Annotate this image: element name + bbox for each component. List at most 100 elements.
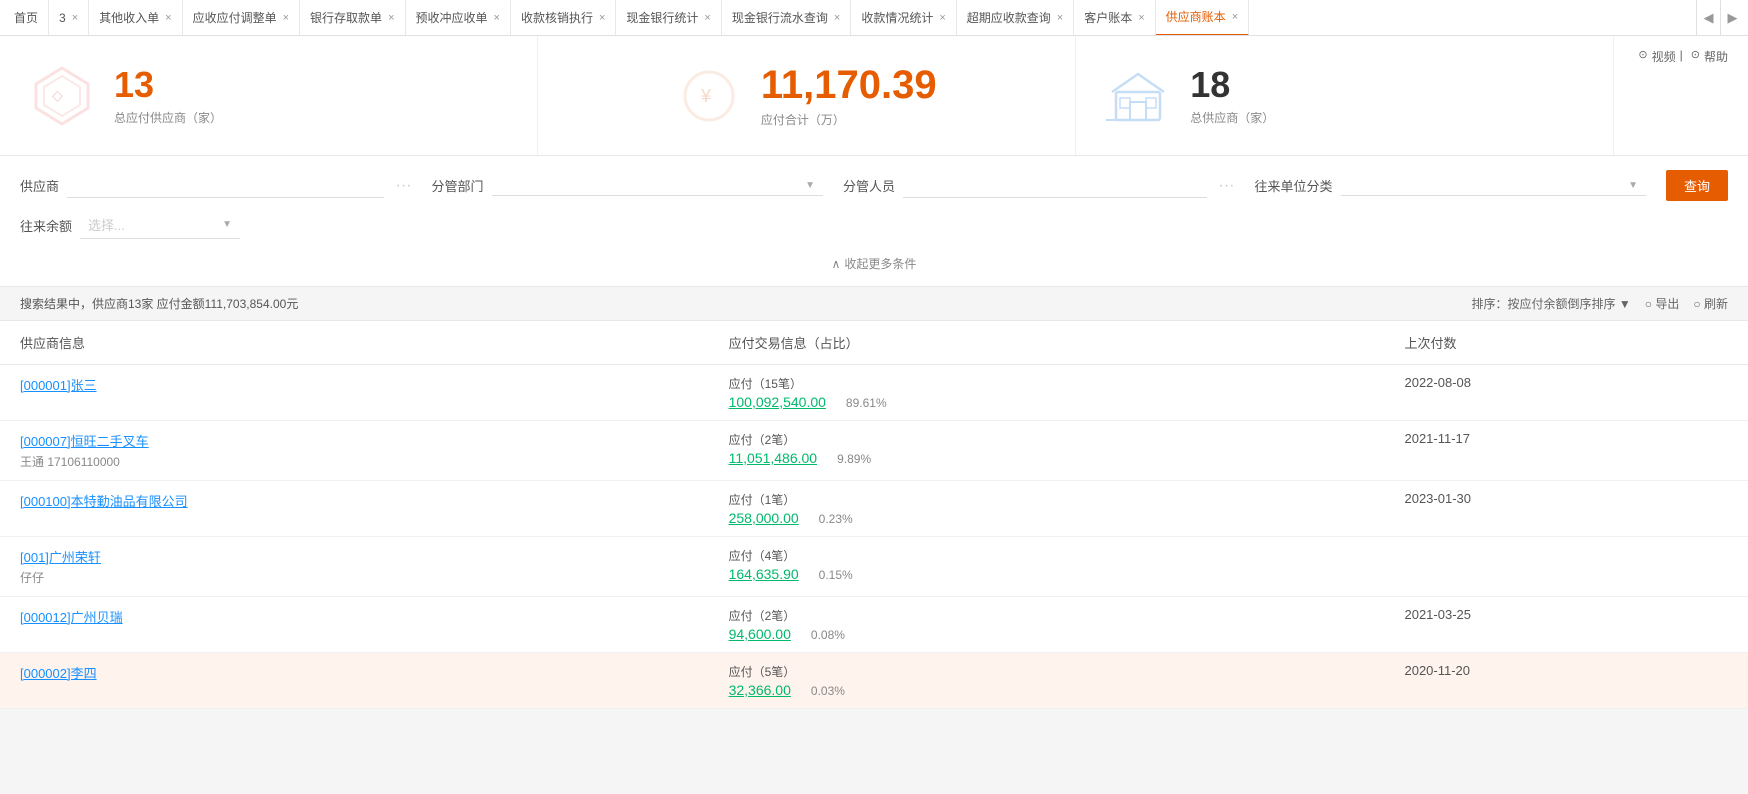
nav-arrow-right[interactable]: ▶ bbox=[1720, 0, 1744, 36]
table-header-row: 供应商信息 应付交易信息（占比） 上次付数 bbox=[0, 321, 1748, 365]
stat-info-total-suppliers: 18 总供应商（家） bbox=[1190, 65, 1274, 126]
nav-tab-overdue-collect[interactable]: 超期应收款查询 × bbox=[957, 0, 1074, 36]
filter-balance: 往来余额 选择... ▼ bbox=[20, 211, 280, 239]
stat-info-suppliers: 13 总应付供应商（家） bbox=[114, 65, 222, 126]
supplier-table: 供应商信息 应付交易信息（占比） 上次付数 [000001]张三 应付（15笔） 1… bbox=[0, 321, 1748, 709]
ap-count: 应付（1笔） bbox=[729, 491, 1365, 508]
close-tab-collect-audit[interactable]: × bbox=[599, 12, 605, 24]
filter-row-1: 供应商 ··· 分管部门 ▼ 分管人员 ··· 往来单位分类 ▼ 查询 bbox=[20, 170, 1728, 201]
nav-tab-home[interactable]: 首页 bbox=[4, 0, 49, 36]
collapse-button[interactable]: ∧ 收起更多条件 bbox=[832, 255, 917, 272]
close-tab-bank-deposit[interactable]: × bbox=[388, 12, 394, 24]
nav-tab-cash-bank-flow[interactable]: 现金银行流水查询 × bbox=[722, 0, 851, 36]
table-row: [000012]广州贝瑞应付（2笔）94,600.000.08%2021-03-… bbox=[0, 597, 1748, 653]
supplier-info-cell: [000007]恒旺二手叉车王通 17106110000 bbox=[0, 421, 709, 481]
ap-percentage: 89.61% bbox=[846, 396, 887, 410]
close-tab-other-income[interactable]: × bbox=[165, 12, 171, 24]
dept-dropdown-icon: ▼ bbox=[805, 180, 815, 191]
sort-label[interactable]: 排序：按应付余额倒序排序 ▼ bbox=[1472, 295, 1631, 312]
ap-amount-link[interactable]: 32,366.00 bbox=[729, 682, 791, 698]
refresh-label: 刷新 bbox=[1704, 297, 1728, 311]
export-button[interactable]: ○ 导出 bbox=[1645, 295, 1680, 312]
svg-text:◇: ◇ bbox=[52, 87, 63, 103]
nav-tab-advance-collect-label: 预收冲应收单 bbox=[416, 9, 488, 26]
close-tab-cash-bank-stat[interactable]: × bbox=[704, 12, 710, 24]
nav-tab-collect-audit[interactable]: 收款核销执行 × bbox=[511, 0, 616, 36]
nav-arrow-left[interactable]: ◀ bbox=[1696, 0, 1720, 36]
category-select[interactable]: ▼ bbox=[1341, 176, 1646, 196]
supplier-info-cell: [000012]广州贝瑞 bbox=[0, 597, 709, 653]
nav-tab-collect-stat[interactable]: 收款情况统计 × bbox=[851, 0, 956, 36]
nav-tab-supplier-acct[interactable]: 供应商账本 × bbox=[1156, 0, 1249, 36]
close-tab-cash-bank-flow[interactable]: × bbox=[834, 12, 840, 24]
person-label: 分管人员 bbox=[843, 176, 895, 195]
close-tab-supplier-acct[interactable]: × bbox=[1232, 11, 1238, 23]
dept-select[interactable]: ▼ bbox=[492, 176, 823, 196]
search-button[interactable]: 查询 bbox=[1666, 170, 1728, 201]
ap-info-cell: 应付（15笔） 100,092,540.00 89.61% bbox=[709, 365, 1385, 421]
nav-tab-3[interactable]: 3 × bbox=[49, 0, 89, 36]
ap-percentage: 0.03% bbox=[811, 684, 845, 698]
close-tab-3[interactable]: × bbox=[72, 12, 78, 24]
ap-amount-link[interactable]: 258,000.00 bbox=[729, 510, 799, 526]
ap-amount-link[interactable]: 94,600.00 bbox=[729, 626, 791, 642]
ap-info-cell: 应付（2笔）11,051,486.009.89% bbox=[709, 421, 1385, 481]
result-bar: 搜索结果中，供应商13家 应付金额111,703,854.00元 排序：按应付余… bbox=[0, 287, 1748, 321]
stat-card-total-suppliers: 18 总供应商（家） bbox=[1076, 36, 1614, 155]
supplier-link[interactable]: [000002]李四 bbox=[20, 666, 97, 681]
filter-person: 分管人员 ··· bbox=[843, 174, 1235, 198]
nav-tab-customer-acct[interactable]: 客户账本 × bbox=[1074, 0, 1155, 36]
refresh-icon: ○ bbox=[1693, 297, 1704, 311]
nav-tab-cash-bank-stat[interactable]: 现金银行统计 × bbox=[616, 0, 721, 36]
nav-tab-advance-collect[interactable]: 预收冲应收单 × bbox=[406, 0, 511, 36]
nav-tab-ap-adjust[interactable]: 应收应付调整单 × bbox=[183, 0, 300, 36]
nav-tab-3-label: 3 bbox=[59, 11, 66, 25]
close-tab-advance-collect[interactable]: × bbox=[494, 12, 500, 24]
supplier-input[interactable] bbox=[67, 174, 384, 198]
video-link[interactable]: 视频 bbox=[1652, 48, 1676, 65]
person-input[interactable] bbox=[903, 174, 1207, 198]
ap-amount-link[interactable]: 164,635.90 bbox=[729, 566, 799, 582]
stat-info-ap-total: 11,170.39 应付合计（万） bbox=[761, 63, 937, 128]
last-pay-cell: 2023-01-30 bbox=[1384, 481, 1748, 537]
close-tab-ap-adjust[interactable]: × bbox=[283, 12, 289, 24]
chevron-up-icon: ∧ bbox=[832, 257, 841, 271]
help-link[interactable]: 帮助 bbox=[1704, 48, 1728, 65]
close-tab-customer-acct[interactable]: × bbox=[1138, 12, 1144, 24]
stat-card-suppliers: ◇ 13 总应付供应商（家） bbox=[0, 36, 538, 155]
ap-icon: ¥ bbox=[677, 64, 741, 128]
total-suppliers-label: 总供应商（家） bbox=[1190, 109, 1274, 126]
total-ap-suppliers-value: 13 bbox=[114, 65, 222, 105]
supplier-link[interactable]: [000007]恒旺二手叉车 bbox=[20, 434, 149, 449]
ap-info-cell: 应付（4笔）164,635.900.15% bbox=[709, 537, 1385, 597]
ap-amount-link[interactable]: 100,092,540.00 bbox=[729, 394, 826, 410]
nav-tab-other-income-label: 其他收入单 bbox=[99, 9, 159, 26]
nav-tab-bank-deposit[interactable]: 银行存取款单 × bbox=[300, 0, 405, 36]
supplier-link[interactable]: [000012]广州贝瑞 bbox=[20, 610, 123, 625]
ap-amount-row: 164,635.900.15% bbox=[729, 566, 1365, 582]
table-row: [000001]张三应付（15笔）100,092,540.0089.61%202… bbox=[0, 365, 1748, 421]
category-label: 往来单位分类 bbox=[1255, 176, 1333, 195]
person-dots-icon[interactable]: ··· bbox=[1219, 177, 1235, 195]
supplier-label: 供应商 bbox=[20, 176, 59, 195]
nav-tab-other-income[interactable]: 其他收入单 × bbox=[89, 0, 182, 36]
ap-count: 应付（2笔） bbox=[729, 431, 1365, 448]
stat-card-ap-total: ¥ 11,170.39 应付合计（万） bbox=[538, 36, 1076, 155]
close-tab-overdue-collect[interactable]: × bbox=[1057, 12, 1063, 24]
nav-tab-home-label: 首页 bbox=[14, 9, 38, 26]
supplier-dots-icon[interactable]: ··· bbox=[396, 177, 412, 195]
top-navigation: 首页 3 × 其他收入单 × 应收应付调整单 × 银行存取款单 × 预收冲应收单… bbox=[0, 0, 1748, 36]
supplier-link[interactable]: [000001]张三 bbox=[20, 378, 97, 393]
refresh-button[interactable]: ○ 刷新 bbox=[1693, 295, 1728, 312]
table-row: [000007]恒旺二手叉车王通 17106110000 应付（2笔） 11,051… bbox=[0, 421, 1748, 481]
last-pay-cell: 2021-03-25 bbox=[1384, 597, 1748, 653]
supplier-link[interactable]: [001]广州荣轩 bbox=[20, 550, 101, 565]
balance-select[interactable]: 选择... ▼ bbox=[80, 211, 240, 239]
ap-count: 应付（15笔） bbox=[729, 375, 1365, 392]
close-tab-collect-stat[interactable]: × bbox=[939, 12, 945, 24]
supplier-link[interactable]: [000100]本特勤油品有限公司 bbox=[20, 494, 188, 509]
ap-count: 应付（2笔） bbox=[729, 607, 1365, 624]
filter-supplier: 供应商 ··· bbox=[20, 174, 412, 198]
top-right-links: ⊙ 视频 | ⊙ 帮助 bbox=[1614, 36, 1748, 155]
ap-amount-link[interactable]: 11,051,486.00 bbox=[729, 450, 818, 466]
